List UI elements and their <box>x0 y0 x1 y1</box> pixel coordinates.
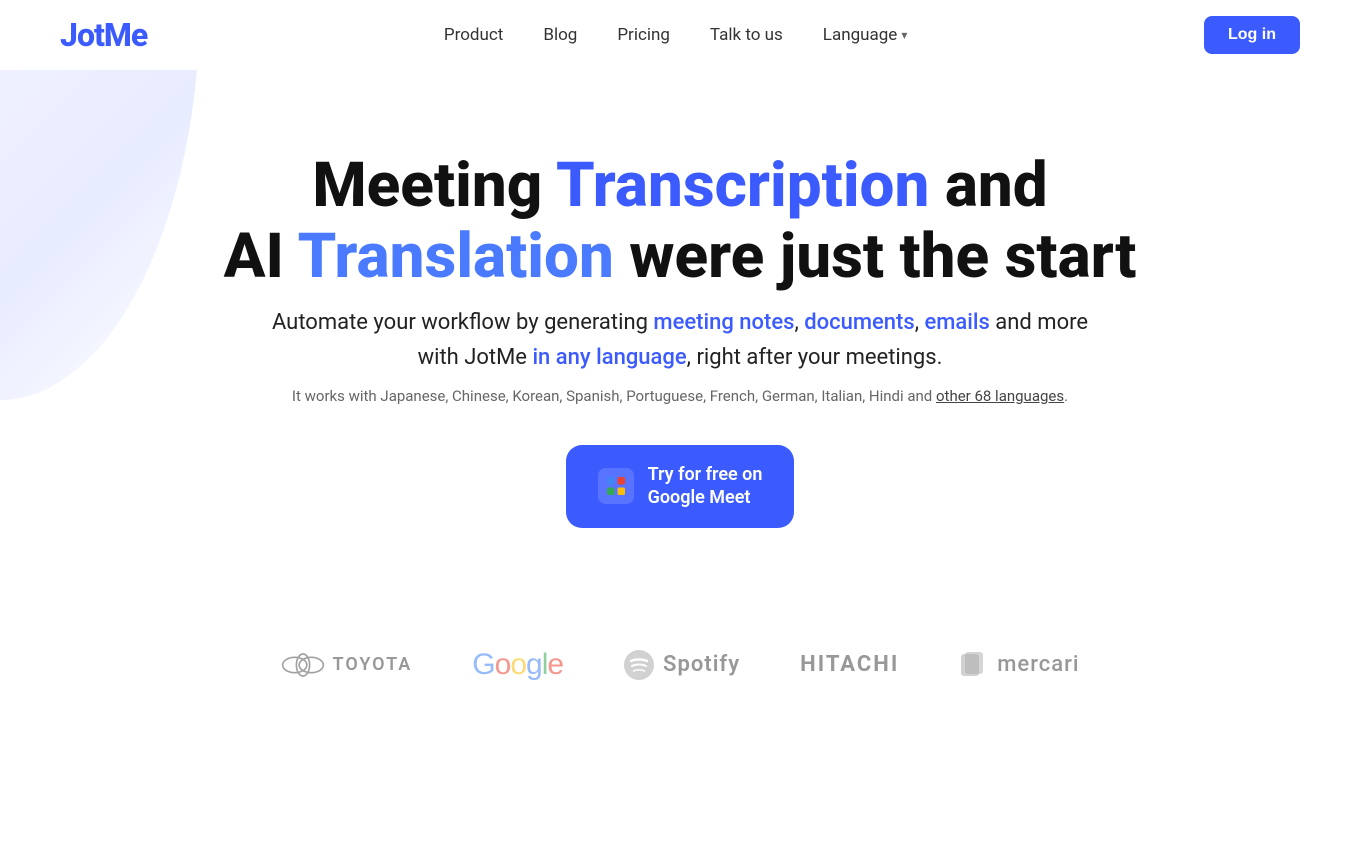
language-selector[interactable]: Language ▾ <box>823 25 908 45</box>
hero-title-part4: were just the start <box>614 220 1137 293</box>
subtitle-emails: emails <box>924 310 989 335</box>
nav-links: Product Blog Pricing Talk to us Language… <box>444 25 907 45</box>
hitachi-logo: HITACHI <box>800 652 899 677</box>
mercari-text: mercari <box>997 652 1079 677</box>
site-logo[interactable]: JotMe <box>60 16 147 54</box>
hero-title-part3: AI <box>224 220 298 293</box>
hero-translation: Translation <box>298 220 614 293</box>
nav-product[interactable]: Product <box>444 25 503 45</box>
hero-transcription: Transcription <box>556 149 929 222</box>
hero-title-part1: Meeting <box>312 149 556 222</box>
chevron-down-icon: ▾ <box>901 28 907 42</box>
nav-blog[interactable]: Blog <box>543 25 577 45</box>
subtitle-documents: documents <box>804 310 914 335</box>
nav-pricing[interactable]: Pricing <box>617 25 670 45</box>
login-button[interactable]: Log in <box>1204 16 1300 54</box>
mercari-icon <box>959 650 989 680</box>
toyota-logo: TOYOTA <box>281 651 413 679</box>
logos-section: TOYOTA Google Spotify HITACHI mercari <box>0 588 1360 722</box>
navbar: JotMe Product Blog Pricing Talk to us La… <box>0 0 1360 70</box>
google-text: Google <box>472 648 563 682</box>
other-languages-link[interactable]: other 68 languages <box>936 387 1064 405</box>
subtitle-meeting-notes: meeting notes <box>653 310 794 335</box>
cta-google-meet-button[interactable]: Try for free on Google Meet <box>566 445 795 528</box>
hero-section: Meeting Transcription and AI Translation… <box>0 70 1360 588</box>
hero-title: Meeting Transcription and AI Translation… <box>20 150 1340 293</box>
hero-title-part2: and <box>929 149 1047 222</box>
toyota-text: TOYOTA <box>333 654 413 675</box>
spotify-text: Spotify <box>663 652 740 677</box>
hero-languages: It works with Japanese, Chinese, Korean,… <box>20 387 1340 405</box>
hitachi-text: HITACHI <box>800 652 899 677</box>
google-logo: Google <box>472 648 563 682</box>
google-meet-icon <box>598 468 634 504</box>
mercari-logo: mercari <box>959 650 1079 680</box>
cta-button-text: Try for free on Google Meet <box>648 463 763 510</box>
spotify-logo: Spotify <box>623 649 740 681</box>
spotify-icon <box>623 649 655 681</box>
toyota-rings-icon <box>281 651 325 679</box>
subtitle-any-language: in any language <box>532 345 686 370</box>
hero-subtitle: Automate your workflow by generating mee… <box>20 305 1340 375</box>
nav-talk[interactable]: Talk to us <box>710 25 783 45</box>
